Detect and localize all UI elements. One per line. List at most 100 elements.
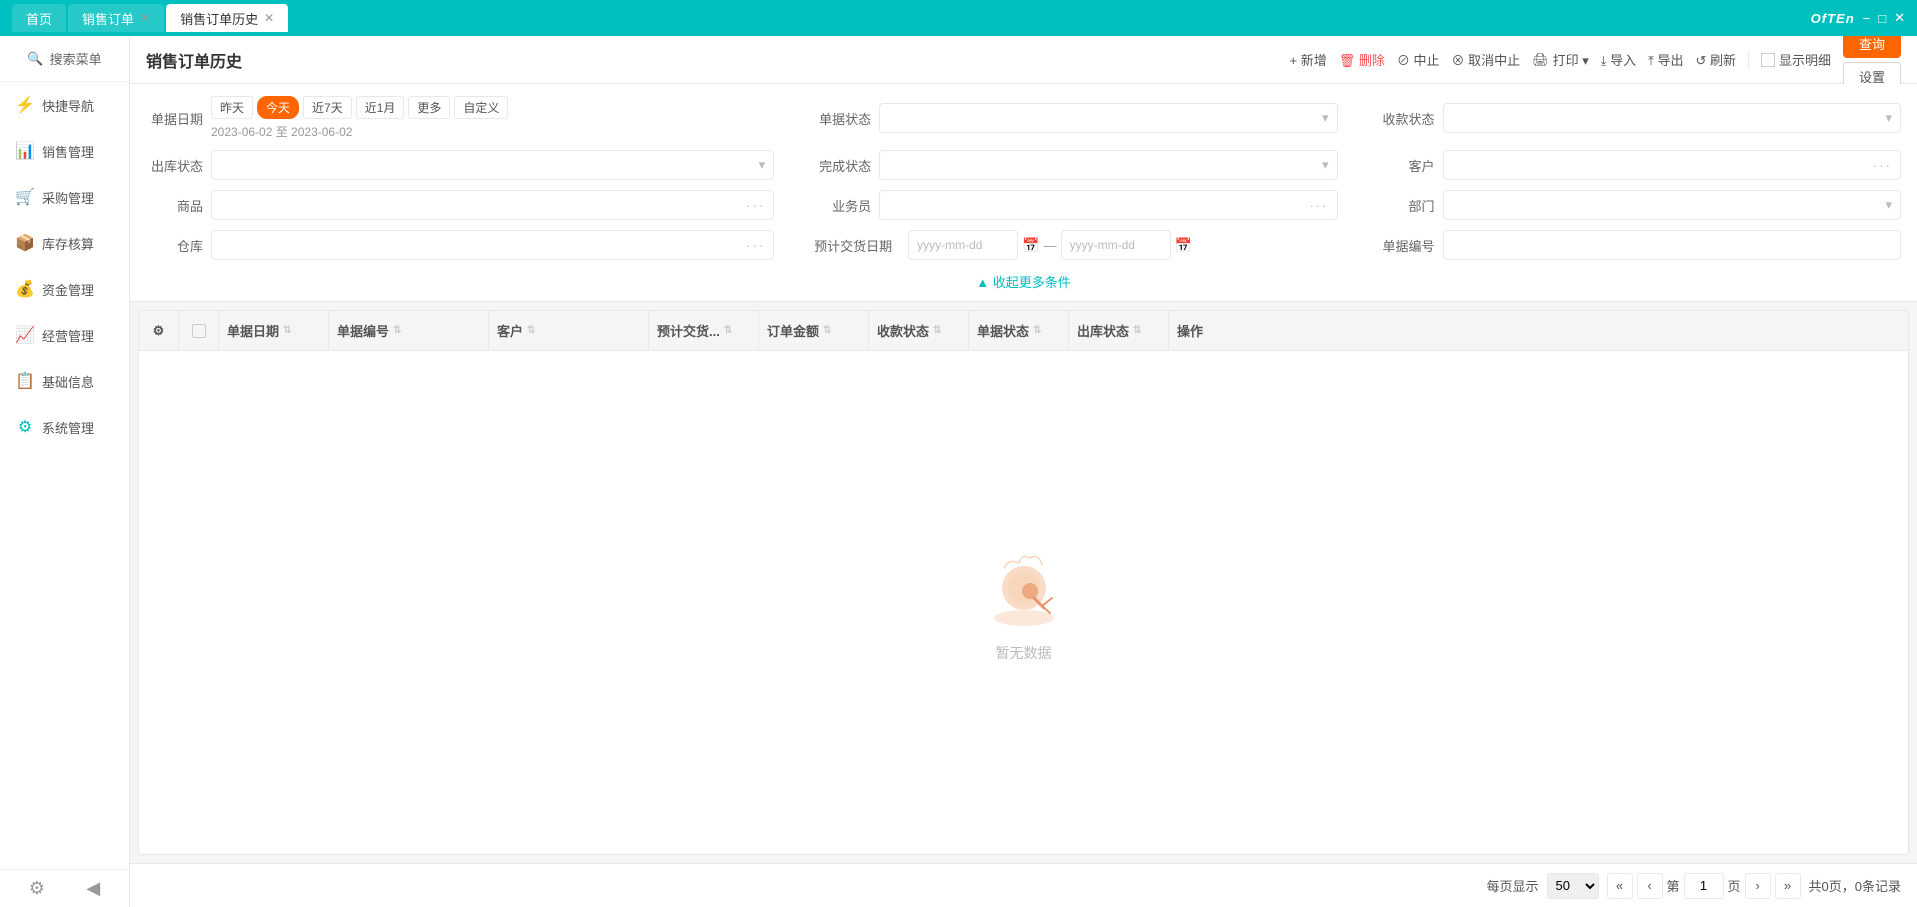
th-pay-status[interactable]: 收款状态 ⇅: [869, 311, 969, 350]
delivery-start-input[interactable]: yyyy-mm-dd: [908, 230, 1018, 260]
date-dash: —: [1044, 238, 1057, 253]
per-page-select[interactable]: 50 10 20 100: [1547, 873, 1599, 899]
out-status-select[interactable]: ▾: [211, 150, 774, 180]
sidebar-item-sales-label: 销售管理: [42, 142, 94, 161]
sidebar-item-system[interactable]: ⚙ 系统管理: [0, 404, 129, 450]
show-cols-label: 显示明细: [1779, 50, 1831, 69]
warehouse-dots-icon: ···: [746, 238, 765, 253]
th-delivery[interactable]: 预计交货... ⇅: [649, 311, 759, 350]
th-order-status[interactable]: 单据状态 ⇅: [969, 311, 1069, 350]
last-page-btn[interactable]: »: [1775, 873, 1801, 899]
date-btn-7days[interactable]: 近7天: [303, 96, 352, 119]
print-btn[interactable]: 🖨 🖨 打印 打印 ▾: [1532, 50, 1589, 69]
sidebar-search[interactable]: 🔍 搜索菜单: [0, 36, 129, 82]
order-no-input[interactable]: [1443, 230, 1901, 260]
salesperson-input[interactable]: ···: [879, 190, 1337, 220]
tab-sales-order[interactable]: 销售订单 ✕: [68, 4, 164, 32]
stop-btn[interactable]: ⊘ 中止: [1397, 50, 1440, 69]
close-tab-sales-order-icon[interactable]: ✕: [140, 11, 150, 25]
sidebar-settings-icon[interactable]: ⚙: [29, 878, 45, 899]
th-out-status[interactable]: 出库状态 ⇅: [1069, 311, 1169, 350]
inventory-icon: 📦: [16, 234, 34, 252]
tab-sales-history-label: 销售订单历史: [180, 9, 258, 28]
close-app-icon[interactable]: ✕: [1894, 10, 1905, 26]
th-delivery-sort-icon: ⇅: [724, 325, 732, 336]
delete-btn[interactable]: 🗑 删除: [1339, 50, 1385, 69]
filter-complete-status: 完成状态 ▾: [814, 150, 1337, 180]
th-out-status-sort-icon: ⇅: [1133, 325, 1141, 336]
close-tab-sales-history-icon[interactable]: ✕: [264, 11, 274, 25]
per-page-label: 每页显示: [1486, 876, 1538, 895]
select-all-checkbox-icon: [192, 324, 206, 338]
import-btn[interactable]: ⤓ 导入: [1601, 50, 1636, 69]
date-btn-1month[interactable]: 近1月: [356, 96, 405, 119]
delivery-end-calendar-icon[interactable]: 📅: [1175, 237, 1192, 254]
total-info: 共0页，0条记录: [1809, 876, 1901, 895]
first-page-btn[interactable]: «: [1607, 873, 1633, 899]
date-label: 单据日期: [146, 109, 211, 128]
customer-input[interactable]: ···: [1443, 150, 1901, 180]
order-status-select[interactable]: ▾: [879, 103, 1337, 133]
goods-label: 商品: [146, 196, 211, 215]
date-btn-today[interactable]: 今天: [257, 96, 299, 119]
cancel-stop-btn[interactable]: ⊗ 取消中止: [1451, 50, 1520, 69]
pay-status-select[interactable]: ▾: [1443, 103, 1901, 133]
minimize-icon[interactable]: −: [1863, 11, 1871, 26]
sidebar-item-purchase[interactable]: 🛒 采购管理: [0, 174, 129, 220]
sidebar-bottom: ⚙ ◀: [0, 869, 129, 907]
page-header: 销售订单历史 + 新增 🗑 删除 ⊘ 中止 ⊗ 取消中止 🖨 🖨 打印 打印 ▾…: [130, 36, 1917, 84]
filter-customer: 客户 ···: [1378, 150, 1901, 180]
query-button[interactable]: 查询: [1843, 36, 1901, 58]
sidebar-item-sales[interactable]: 📊 销售管理: [0, 128, 129, 174]
th-order[interactable]: 单据编号 ⇅: [329, 311, 489, 350]
refresh-btn[interactable]: ↺ 刷新: [1695, 50, 1736, 69]
basic-icon: 📋: [16, 372, 34, 390]
th-checkbox[interactable]: [179, 311, 219, 350]
department-select[interactable]: ▾: [1443, 190, 1901, 220]
order-status-arrow-icon: ▾: [1322, 110, 1329, 126]
date-btn-yesterday[interactable]: 昨天: [211, 96, 253, 119]
th-date[interactable]: 单据日期 ⇅: [219, 311, 329, 350]
th-amount[interactable]: 订单金额 ⇅: [759, 311, 869, 350]
show-cols-toggle[interactable]: 显示明细: [1761, 50, 1831, 69]
sidebar-collapse-icon[interactable]: ◀: [86, 878, 100, 899]
filter-department: 部门 ▾: [1378, 190, 1901, 220]
sidebar-item-inventory[interactable]: 📦 库存核算: [0, 220, 129, 266]
page-number-input[interactable]: [1684, 873, 1724, 899]
maximize-icon[interactable]: □: [1878, 11, 1886, 26]
delivery-end-input[interactable]: yyyy-mm-dd: [1061, 230, 1171, 260]
sidebar-item-finance[interactable]: 💰 资金管理: [0, 266, 129, 312]
goods-input[interactable]: ···: [211, 190, 774, 220]
tab-home-label: 首页: [26, 9, 52, 28]
export-btn[interactable]: ⤒ 导出: [1648, 50, 1683, 69]
settings-col-icon: ⚙: [153, 323, 165, 339]
date-btn-more[interactable]: 更多: [408, 96, 450, 119]
delivery-start-placeholder: yyyy-mm-dd: [917, 238, 982, 252]
toolbar-divider: [1748, 52, 1749, 68]
th-customer-sort-icon: ⇅: [527, 325, 535, 336]
warehouse-input[interactable]: ···: [211, 230, 774, 260]
prev-page-btn[interactable]: ‹: [1637, 873, 1663, 899]
search-icon: 🔍: [27, 51, 43, 67]
date-btn-custom[interactable]: 自定义: [454, 96, 508, 119]
order-no-label: 单据编号: [1378, 236, 1443, 255]
th-date-label: 单据日期: [227, 321, 279, 340]
th-customer[interactable]: 客户 ⇅: [489, 311, 649, 350]
sidebar-item-operations[interactable]: 📈 经营管理: [0, 312, 129, 358]
delivery-start-calendar-icon[interactable]: 📅: [1022, 237, 1039, 254]
th-settings[interactable]: ⚙: [139, 311, 179, 350]
sidebar-item-basic[interactable]: 📋 基础信息: [0, 358, 129, 404]
complete-status-select[interactable]: ▾: [879, 150, 1337, 180]
pagination: 每页显示 50 10 20 100 « ‹ 第 页 ›: [130, 863, 1917, 907]
date-range-display: 2023-06-02 至 2023-06-02: [211, 123, 508, 140]
empty-illustration: [974, 543, 1074, 643]
page-prefix-label: 第: [1667, 876, 1680, 895]
sidebar-item-quick-nav[interactable]: ⚡ 快捷导航: [0, 82, 129, 128]
th-pay-status-sort-icon: ⇅: [933, 325, 941, 336]
tab-sales-history[interactable]: 销售订单历史 ✕: [166, 4, 288, 32]
department-label: 部门: [1378, 196, 1443, 215]
new-btn[interactable]: + 新增: [1289, 50, 1326, 69]
collapse-filters[interactable]: ▲ 收起更多条件: [146, 270, 1901, 293]
tab-home[interactable]: 首页: [12, 4, 66, 32]
next-page-btn[interactable]: ›: [1745, 873, 1771, 899]
